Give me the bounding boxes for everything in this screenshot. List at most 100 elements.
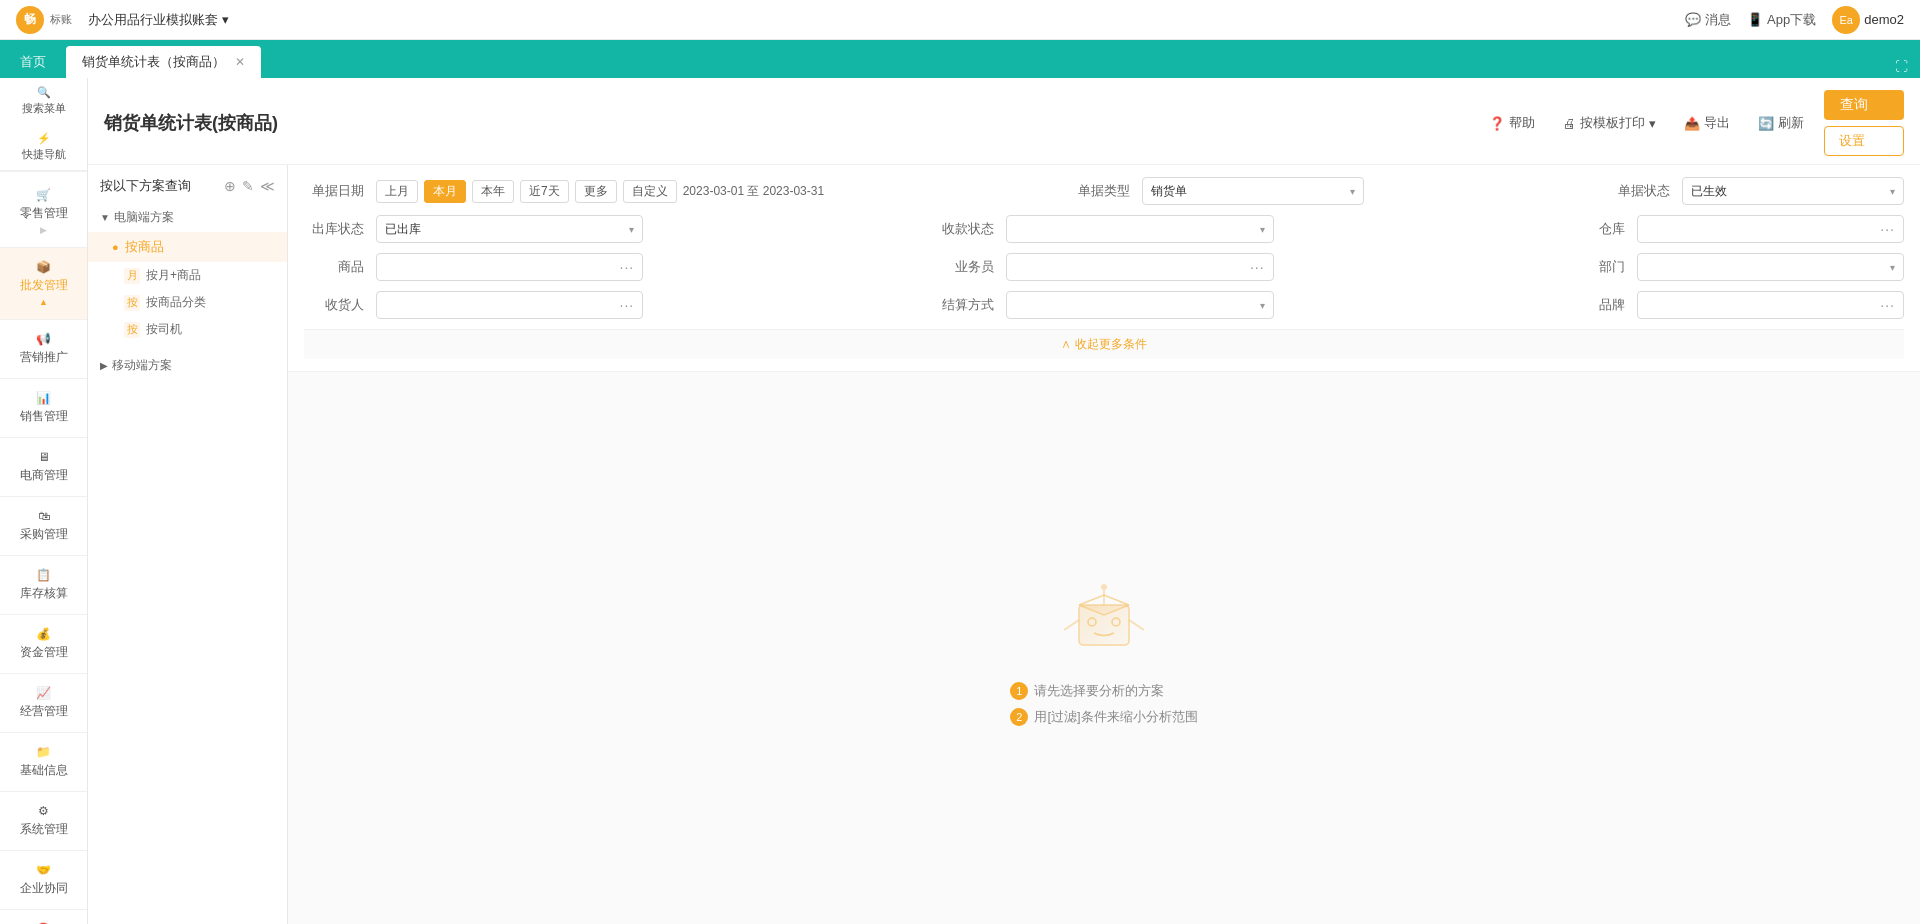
desktop-section-header[interactable]: ▼ 电脑端方案 — [88, 203, 287, 232]
sidebar-item-guide[interactable]: 🎯 新手引导 — [0, 910, 87, 924]
retail-expand-icon: ▶ — [40, 225, 47, 235]
inner-layout: 按以下方案查询 ⊕ ✎ ≪ ▼ 电脑端方案 ● 按商品 — [88, 165, 1920, 924]
purchase-icon: 🛍 — [38, 509, 50, 523]
app-download-action[interactable]: 📱 App下载 — [1747, 11, 1816, 29]
collapse-panel-icon[interactable]: ≪ — [260, 178, 275, 194]
last-7days-btn[interactable]: 近7天 — [520, 180, 569, 203]
sidebar-item-sales[interactable]: 📊 销售管理 — [0, 379, 87, 438]
cashier-icon: 按 — [124, 322, 140, 338]
tab-sales-stat[interactable]: 销货单统计表（按商品） ✕ — [66, 46, 261, 78]
help-label: 帮助 — [1509, 114, 1535, 132]
settings-button[interactable]: 设置 — [1824, 126, 1904, 156]
collapse-button[interactable]: ∧ 收起更多条件 — [304, 329, 1904, 359]
department-value: ▾ — [1637, 253, 1904, 281]
sidebar-quicknav[interactable]: ⚡ 快捷导航 — [0, 124, 87, 170]
date-label: 单据日期 — [304, 182, 364, 200]
salesperson-label: 业务员 — [934, 258, 994, 276]
ecommerce-icon: 🖥 — [38, 450, 50, 464]
salesperson-select[interactable]: ··· — [1006, 253, 1273, 281]
sidebar-item-system[interactable]: ⚙ 系统管理 — [0, 792, 87, 851]
edit-scheme-icon[interactable]: ✎ — [242, 178, 254, 194]
date-range: 2023-03-01 至 2023-03-31 — [683, 183, 824, 200]
empty-illustration — [1054, 570, 1154, 670]
out-status-text: 已出库 — [385, 221, 629, 238]
filter-bar: 单据日期 上月 本月 本年 近7天 更多 自定义 2023-03-01 至 20… — [288, 165, 1920, 372]
wholesale-label: 批发管理 — [20, 277, 68, 294]
filter-by-product[interactable]: ● 按商品 — [88, 232, 287, 262]
payment-status-arrow-icon: ▾ — [1260, 224, 1265, 235]
brand-select[interactable]: ··· — [1637, 291, 1904, 319]
sidebar-item-basic[interactable]: 📁 基础信息 — [0, 733, 87, 792]
doc-type-text: 销货单 — [1151, 183, 1350, 200]
refresh-button[interactable]: 🔄 刷新 — [1750, 110, 1812, 136]
finance-label: 资金管理 — [20, 644, 68, 661]
settings-label: 设置 — [1839, 132, 1865, 150]
mobile-section-header[interactable]: ▶ 移动端方案 — [88, 351, 287, 380]
sidebar-item-purchase[interactable]: 🛍 采购管理 — [0, 497, 87, 556]
logo-icon: 畅 — [16, 6, 44, 34]
tab-expand[interactable]: ⛶ — [1891, 55, 1912, 78]
out-status-value: 已出库 ▾ — [376, 215, 643, 243]
help-button[interactable]: ❓ 帮助 — [1481, 110, 1543, 136]
filter-by-cashier[interactable]: 按 按司机 — [88, 316, 287, 343]
ecommerce-label: 电商管理 — [20, 467, 68, 484]
user-area[interactable]: Ea demo2 — [1832, 6, 1904, 34]
system-label: 系统管理 — [20, 821, 68, 838]
brand-dots-icon: ··· — [1880, 297, 1895, 313]
doc-type-select[interactable]: 销货单 ▾ — [1142, 177, 1364, 205]
sidebar-item-ecommerce[interactable]: 🖥 电商管理 — [0, 438, 87, 497]
sidebar-search[interactable]: 🔍 搜索菜单 — [0, 78, 87, 124]
template-print-button[interactable]: 🖨 按模板打印 ▾ — [1555, 110, 1664, 136]
sidebar-item-retail[interactable]: 🛒 零售管理 ▶ — [0, 176, 87, 248]
refresh-icon: 🔄 — [1758, 116, 1774, 131]
doc-status-arrow-icon: ▾ — [1890, 186, 1895, 197]
doc-status-select[interactable]: 已生效 ▾ — [1682, 177, 1904, 205]
tab-close-icon[interactable]: ✕ — [235, 55, 245, 69]
workspace-selector[interactable]: 办公用品行业模拟账套 ▾ — [80, 7, 237, 33]
tab-home[interactable]: 首页 — [4, 46, 62, 78]
print-icon: 🖨 — [1563, 116, 1576, 131]
add-scheme-icon[interactable]: ⊕ — [224, 178, 236, 194]
query-label: 查询 — [1840, 96, 1868, 114]
search-icon: 🔍 — [37, 86, 51, 99]
product-dots-icon: ··· — [620, 259, 635, 275]
custom-btn[interactable]: 自定义 — [623, 180, 677, 203]
basic-label: 基础信息 — [20, 762, 68, 779]
current-year-btn[interactable]: 本年 — [472, 180, 514, 203]
sidebar-item-marketing[interactable]: 📢 营销推广 — [0, 320, 87, 379]
department-select[interactable]: ▾ — [1637, 253, 1904, 281]
settlement-select[interactable]: ▾ — [1006, 291, 1273, 319]
sidebar-item-finance[interactable]: 💰 资金管理 — [0, 615, 87, 674]
warehouse-select[interactable]: ··· — [1637, 215, 1904, 243]
operations-icon: 📈 — [36, 686, 51, 700]
finance-icon: 💰 — [36, 627, 51, 641]
system-icon: ⚙ — [38, 804, 49, 818]
sidebar-item-operations[interactable]: 📈 经营管理 — [0, 674, 87, 733]
message-action[interactable]: 💬 消息 — [1685, 11, 1731, 29]
filter-panel-header: 按以下方案查询 ⊕ ✎ ≪ — [88, 173, 287, 203]
current-month-btn[interactable]: 本月 — [424, 180, 466, 203]
product-select[interactable]: ··· — [376, 253, 643, 281]
sidebar-item-inventory[interactable]: 📋 库存核算 — [0, 556, 87, 615]
out-status-select[interactable]: 已出库 ▾ — [376, 215, 643, 243]
sidebar-item-wholesale[interactable]: 📦 批发管理 ▲ — [0, 248, 87, 320]
more-btn[interactable]: 更多 — [575, 180, 617, 203]
tab-home-label: 首页 — [20, 53, 46, 71]
app-download-label: App下载 — [1767, 11, 1816, 29]
payment-status-select[interactable]: ▾ — [1006, 215, 1273, 243]
query-button[interactable]: 查询 — [1824, 90, 1904, 120]
receiver-select[interactable]: ··· — [376, 291, 643, 319]
sidebar-item-enterprise[interactable]: 🤝 企业协同 — [0, 851, 87, 910]
header-right: 💬 消息 📱 App下载 Ea demo2 — [1685, 6, 1904, 34]
warehouse-value: ··· — [1637, 215, 1904, 243]
tab-bar: 首页 销货单统计表（按商品） ✕ ⛶ — [0, 40, 1920, 78]
last-month-btn[interactable]: 上月 — [376, 180, 418, 203]
export-button[interactable]: 📤 导出 — [1676, 110, 1738, 136]
filter-by-month-product[interactable]: 月 按月+商品 — [88, 262, 287, 289]
payment-status-value: ▾ — [1006, 215, 1273, 243]
svg-point-4 — [1101, 584, 1107, 590]
by-month-product-label: 按月+商品 — [146, 267, 201, 284]
filter-by-category[interactable]: 按 按商品分类 — [88, 289, 287, 316]
user-name: demo2 — [1864, 12, 1904, 27]
retail-icon: 🛒 — [36, 188, 51, 202]
